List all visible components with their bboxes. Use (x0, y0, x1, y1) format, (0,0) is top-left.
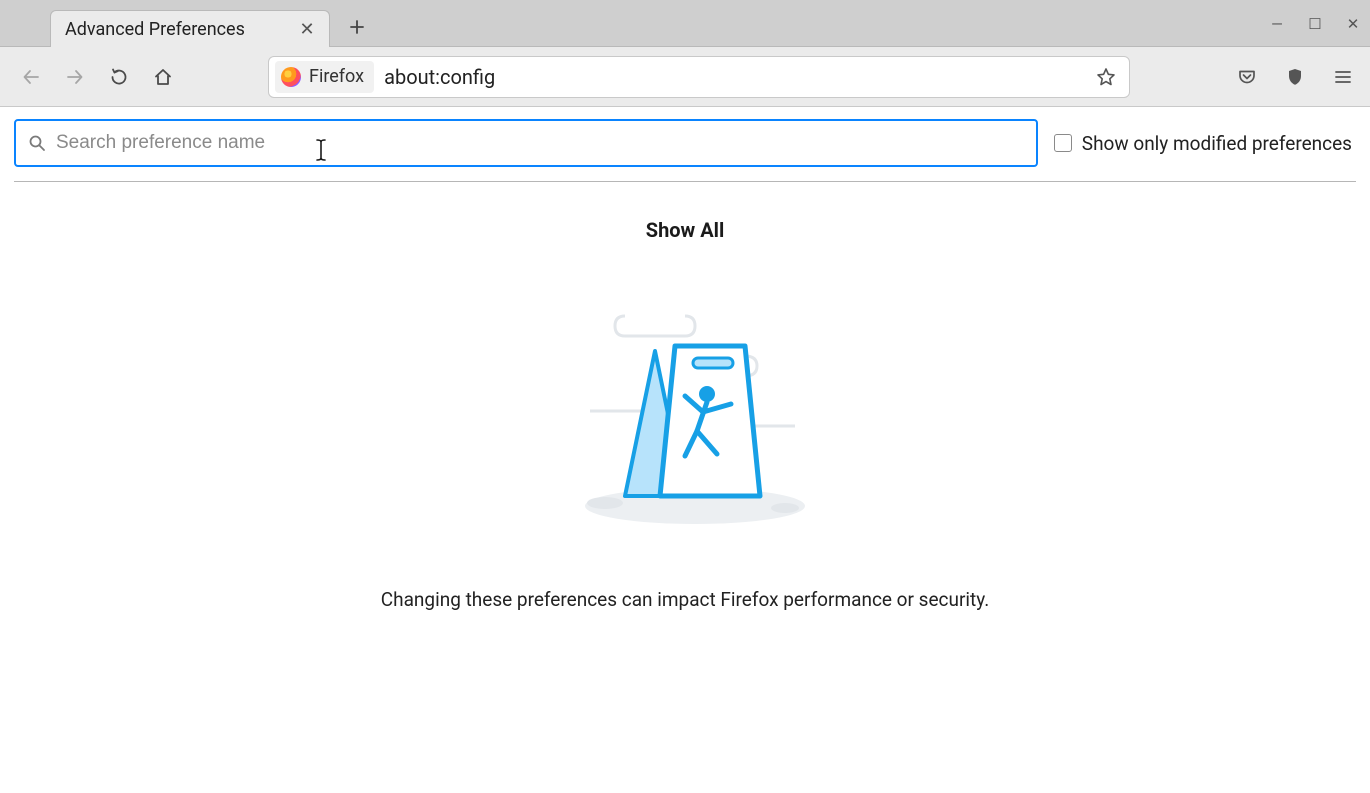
show-only-modified-checkbox[interactable]: Show only modified preferences (1054, 132, 1356, 155)
reload-icon (109, 67, 129, 87)
identity-box[interactable]: Firefox (275, 61, 374, 93)
shield-icon (1285, 67, 1305, 87)
divider (14, 181, 1356, 182)
checkbox-box-icon (1054, 134, 1072, 152)
arrow-left-icon (21, 67, 41, 87)
toolbar-right (1232, 62, 1358, 92)
preference-search-box[interactable] (14, 119, 1038, 167)
arrow-right-icon (65, 67, 85, 87)
firefox-logo-icon (281, 67, 301, 87)
show-all-label: Show All (646, 218, 725, 242)
url-text: about:config (384, 65, 1081, 89)
pocket-icon (1237, 67, 1257, 87)
window-controls: — ☐ ✕ (1268, 0, 1362, 47)
ublock-button[interactable] (1280, 62, 1310, 92)
navigation-toolbar: Firefox about:config (0, 47, 1370, 107)
window-close-button[interactable]: ✕ (1344, 15, 1362, 33)
hamburger-icon (1333, 67, 1353, 87)
new-tab-button[interactable] (340, 10, 374, 44)
app-menu-button[interactable] (1328, 62, 1358, 92)
home-icon (153, 67, 173, 87)
preference-search-input[interactable] (56, 132, 1024, 154)
identity-label: Firefox (309, 66, 364, 87)
close-icon: ✕ (299, 19, 314, 40)
window-maximize-button[interactable]: ☐ (1306, 15, 1324, 33)
star-icon (1096, 67, 1116, 87)
urlbar-container: Firefox about:config (268, 56, 1130, 98)
caution-sign-icon (535, 296, 835, 536)
show-all-button[interactable]: Show All (0, 218, 1370, 242)
show-only-modified-label: Show only modified preferences (1082, 132, 1352, 155)
search-icon (28, 134, 46, 152)
home-button[interactable] (144, 58, 182, 96)
forward-button[interactable] (56, 58, 94, 96)
window-minimize-button[interactable]: — (1268, 15, 1286, 33)
bookmark-button[interactable] (1091, 62, 1121, 92)
tab-title: Advanced Preferences (65, 19, 287, 40)
tab-strip: Advanced Preferences ✕ — ☐ ✕ (0, 0, 1370, 47)
urlbar[interactable]: Firefox about:config (268, 56, 1130, 98)
warning-caption: Changing these preferences can impact Fi… (381, 588, 990, 611)
back-button[interactable] (12, 58, 50, 96)
plus-icon (349, 19, 365, 35)
tab-close-button[interactable]: ✕ (297, 19, 317, 39)
browser-tab[interactable]: Advanced Preferences ✕ (50, 10, 330, 47)
reload-button[interactable] (100, 58, 138, 96)
about-config-content: Show only modified preferences Show All (0, 107, 1370, 793)
pocket-button[interactable] (1232, 62, 1262, 92)
warning-illustration: Changing these preferences can impact Fi… (0, 296, 1370, 611)
search-row: Show only modified preferences (0, 107, 1370, 167)
